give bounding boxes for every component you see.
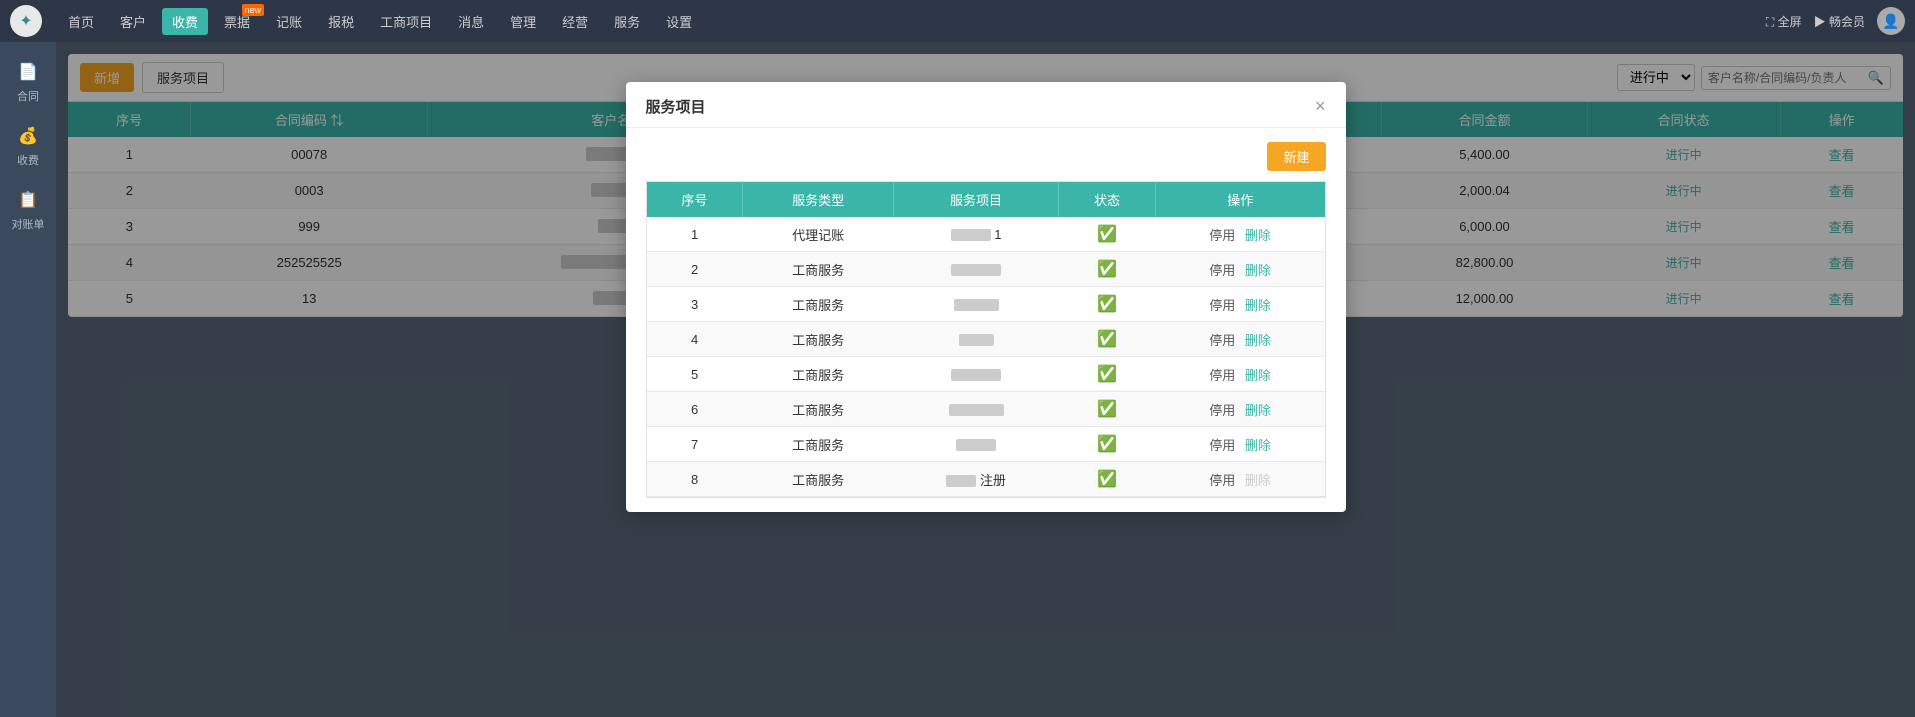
nav-right-actions: ⛶ 全屏 ▶ 畅会员 👤 xyxy=(1766,7,1905,35)
delete-btn-5[interactable]: 删除 xyxy=(1245,368,1271,383)
fullscreen-btn[interactable]: ⛶ 全屏 xyxy=(1766,13,1802,30)
avatar[interactable]: 👤 xyxy=(1877,7,1905,35)
stop-btn-6[interactable]: 停用 xyxy=(1209,403,1235,418)
sidebar-item-billing[interactable]: 💰 收费 xyxy=(3,116,53,176)
nav-home[interactable]: 首页 xyxy=(58,8,104,35)
modal-col-action: 操作 xyxy=(1156,182,1325,217)
modal-table-row: 3 工商服务 ✅ 停用 删除 xyxy=(647,287,1325,322)
main-layout: 📄 合同 💰 收费 📋 对账单 新增 服务项目 进行中 已完成 已取消 xyxy=(0,42,1915,717)
stop-btn-7[interactable]: 停用 xyxy=(1209,438,1235,453)
nav-tax[interactable]: 报税 xyxy=(318,8,364,35)
top-navigation: ✦ 首页 客户 收费 票据 new 记账 报税 工商项目 消息 管理 经营 服务… xyxy=(0,0,1915,42)
stop-btn-8[interactable]: 停用 xyxy=(1209,473,1235,488)
nav-manage[interactable]: 管理 xyxy=(500,8,546,35)
modal-col-status: 状态 xyxy=(1058,182,1155,217)
modal-title: 服务项目 xyxy=(646,96,706,117)
modal-table-wrap: 序号 服务类型 服务项目 状态 操作 1 代理记账 xyxy=(646,181,1326,498)
modal-table-row: 1 代理记账 1 ✅ 停用 删除 xyxy=(647,217,1325,252)
stop-btn-1[interactable]: 停用 xyxy=(1209,228,1235,243)
modal-table-row: 6 工商服务 ✅ 停用 删除 xyxy=(647,392,1325,427)
modal-table-row: 4 工商服务 ✅ 停用 删除 xyxy=(647,322,1325,357)
delete-btn-7[interactable]: 删除 xyxy=(1245,438,1271,453)
modal-body: 新建 序号 服务类型 服务项目 状态 操作 xyxy=(626,128,1346,512)
delete-btn-1[interactable]: 删除 xyxy=(1245,228,1271,243)
modal-header: 服务项目 × xyxy=(626,82,1346,128)
delete-btn-2[interactable]: 删除 xyxy=(1245,263,1271,278)
delete-btn-8[interactable]: 删除 xyxy=(1245,473,1271,488)
nav-accounting[interactable]: 记账 xyxy=(266,8,312,35)
modal-table: 序号 服务类型 服务项目 状态 操作 1 代理记账 xyxy=(647,182,1325,497)
contract-icon: 📄 xyxy=(16,60,40,84)
nav-message[interactable]: 消息 xyxy=(448,8,494,35)
app-logo: ✦ xyxy=(10,5,42,37)
modal-overlay: 服务项目 × 新建 序号 服务类型 服务项目 xyxy=(56,42,1915,717)
nav-commerce[interactable]: 工商项目 xyxy=(370,8,442,35)
nav-settings[interactable]: 设置 xyxy=(656,8,702,35)
sidebar-item-statement[interactable]: 📋 对账单 xyxy=(3,180,53,240)
delete-btn-6[interactable]: 删除 xyxy=(1245,403,1271,418)
modal-table-row: 8 工商服务 注册 ✅ 停用 删除 xyxy=(647,462,1325,497)
modal-new-button[interactable]: 新建 xyxy=(1267,142,1325,171)
modal-close-button[interactable]: × xyxy=(1315,96,1326,117)
modal-table-row: 2 工商服务 ✅ 停用 删除 xyxy=(647,252,1325,287)
sidebar-item-contract[interactable]: 📄 合同 xyxy=(3,52,53,112)
nav-menu: 首页 客户 收费 票据 new 记账 报税 工商项目 消息 管理 经营 服务 设… xyxy=(58,8,1766,35)
modal-col-type: 服务类型 xyxy=(743,182,894,217)
stop-btn-5[interactable]: 停用 xyxy=(1209,368,1235,383)
modal-toolbar: 新建 xyxy=(646,142,1326,171)
nav-business[interactable]: 经营 xyxy=(552,8,598,35)
modal-table-row: 7 工商服务 ✅ 停用 删除 xyxy=(647,427,1325,462)
sidebar: 📄 合同 💰 收费 📋 对账单 xyxy=(0,42,56,717)
modal-col-item: 服务项目 xyxy=(894,182,1059,217)
delete-btn-3[interactable]: 删除 xyxy=(1245,298,1271,313)
delete-btn-4[interactable]: 删除 xyxy=(1245,333,1271,348)
modal-table-row: 5 工商服务 ✅ 停用 删除 xyxy=(647,357,1325,392)
nav-customer[interactable]: 客户 xyxy=(110,8,156,35)
service-modal: 服务项目 × 新建 序号 服务类型 服务项目 xyxy=(626,82,1346,512)
nav-billing[interactable]: 收费 xyxy=(162,8,208,35)
new-badge: new xyxy=(242,4,265,16)
content-area: 新增 服务项目 进行中 已完成 已取消 🔍 xyxy=(56,42,1915,717)
nav-service[interactable]: 服务 xyxy=(604,8,650,35)
statement-icon: 📋 xyxy=(16,188,40,212)
modal-col-seq: 序号 xyxy=(647,182,743,217)
stop-btn-2[interactable]: 停用 xyxy=(1209,263,1235,278)
billing-icon: 💰 xyxy=(16,124,40,148)
member-btn[interactable]: ▶ 畅会员 xyxy=(1814,13,1865,30)
stop-btn-4[interactable]: 停用 xyxy=(1209,333,1235,348)
nav-invoice[interactable]: 票据 new xyxy=(214,8,260,35)
stop-btn-3[interactable]: 停用 xyxy=(1209,298,1235,313)
